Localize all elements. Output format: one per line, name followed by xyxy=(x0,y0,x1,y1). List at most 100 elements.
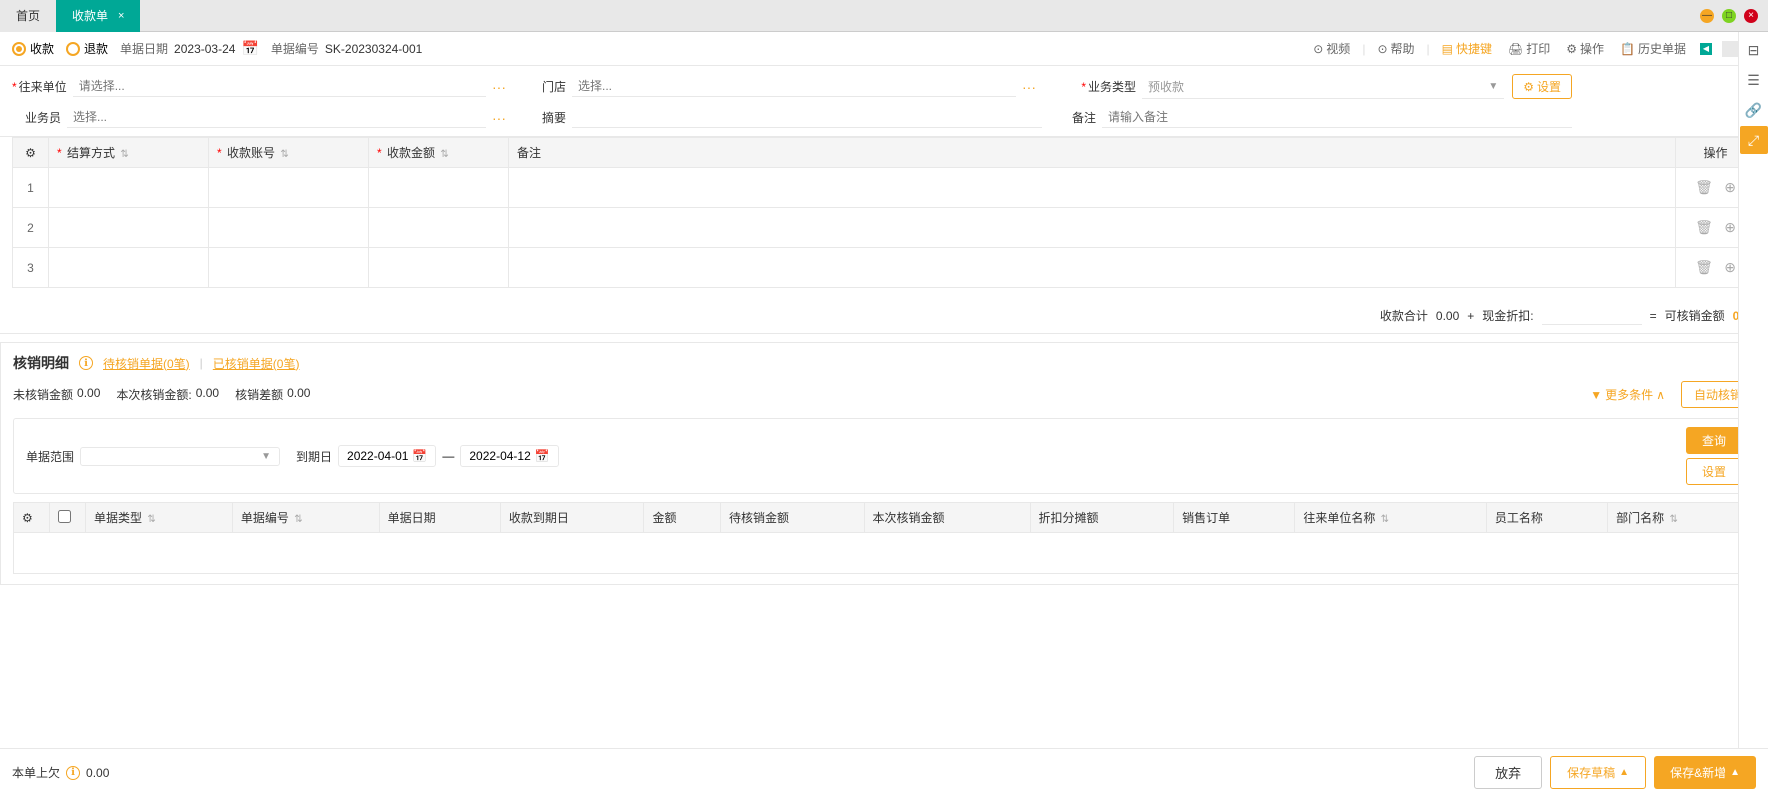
ops-btn[interactable]: ⚙ 操作 xyxy=(1562,38,1608,59)
shop-more-icon[interactable]: ··· xyxy=(1016,79,1042,95)
done-verify-tab[interactable]: 已核销单据(0笔) xyxy=(213,355,300,372)
plus-sign: + xyxy=(1467,309,1474,323)
salesperson-more-icon[interactable]: ··· xyxy=(486,110,512,126)
th-amount: * 收款金额 ⇅ xyxy=(369,138,509,168)
form-section: *往来单位 ··· 门店 ··· *业务类型 xyxy=(0,66,1768,137)
th-account: * 收款账号 ⇅ xyxy=(209,138,369,168)
sort-counterpart-icon[interactable]: ⇅ xyxy=(1381,514,1389,525)
history-btn[interactable]: 📋 历史单据 xyxy=(1616,38,1690,59)
row-2-remark[interactable] xyxy=(509,208,1676,248)
row-1-method[interactable] xyxy=(49,168,209,208)
sort-type-icon[interactable]: ⇅ xyxy=(147,514,155,525)
save-new-button[interactable]: 保存&新增 ▲ xyxy=(1654,756,1756,789)
sidebar-list-icon[interactable]: ☰ xyxy=(1740,66,1768,94)
row-2-account[interactable] xyxy=(209,208,369,248)
select-all-checkbox[interactable] xyxy=(58,510,71,523)
sidebar-link-icon[interactable]: 🔗 xyxy=(1740,96,1768,124)
row-3-account[interactable] xyxy=(209,248,369,288)
salesperson-input[interactable] xyxy=(67,107,486,128)
shortcut-btn[interactable]: ▤ 快捷键 xyxy=(1438,38,1496,59)
row-1-delete-btn[interactable]: 🗑 xyxy=(1691,177,1717,198)
calendar-icon[interactable]: 📅 xyxy=(241,40,258,57)
more-conditions-btn[interactable]: ▼ 更多条件 ∧ xyxy=(1590,386,1665,403)
verify-info-icon[interactable]: ℹ xyxy=(79,356,93,370)
sort-account-icon[interactable]: ⇅ xyxy=(280,149,288,160)
row-1-account[interactable] xyxy=(209,168,369,208)
window-maximize-button[interactable]: □ xyxy=(1722,9,1736,23)
bth-dept: 部门名称 ⇅ xyxy=(1608,503,1755,533)
save-draft-arrow-icon: ▲ xyxy=(1619,767,1629,778)
tab-home[interactable]: 首页 xyxy=(0,0,56,32)
footer-spacer xyxy=(0,585,1768,641)
row-2-delete-btn[interactable]: 🗑 xyxy=(1691,217,1717,238)
row-3-amount[interactable] xyxy=(369,248,509,288)
business-type-select[interactable]: 预收款 ▼ xyxy=(1142,75,1504,99)
save-new-label: 保存&新增 xyxy=(1670,764,1726,781)
sidebar-expand-icon[interactable]: ⤢ xyxy=(1740,126,1768,154)
save-draft-label: 保存草稿 xyxy=(1567,764,1615,781)
footer-info-icon[interactable]: ℹ xyxy=(66,766,80,780)
bth-checkbox[interactable] xyxy=(50,503,86,533)
row-1-amount[interactable] xyxy=(369,168,509,208)
print-label: 打印 xyxy=(1526,40,1550,57)
shop-input[interactable] xyxy=(572,76,1016,97)
business-type-label: *业务类型 xyxy=(1072,78,1142,95)
th-method: * 结算方式 ⇅ xyxy=(49,138,209,168)
business-type-field-group: *业务类型 预收款 ▼ ⚙ 设置 xyxy=(1072,74,1572,99)
row-2-method[interactable] xyxy=(49,208,209,248)
discount-input[interactable] xyxy=(1542,306,1642,325)
sort-method-icon[interactable]: ⇅ xyxy=(120,149,128,160)
tab-receipt[interactable]: 收款单 × xyxy=(56,0,140,32)
row-1-remark[interactable] xyxy=(509,168,1676,208)
row-2-copy-btn[interactable]: ⊕ xyxy=(1720,217,1740,238)
row-3-idx: 3 xyxy=(13,248,49,288)
counterpart-input[interactable] xyxy=(73,76,486,97)
counterpart-more-icon[interactable]: ··· xyxy=(486,79,512,95)
date-value: 2023-03-24 xyxy=(174,42,235,56)
query-button[interactable]: 查询 xyxy=(1686,427,1742,454)
verify-stats-row: 未核销金额 0.00 本次核销金额: 0.00 核销差额 0.00 ▼ 更多条件… xyxy=(13,381,1755,408)
history-icon: 📋 xyxy=(1620,42,1635,56)
sidebar-table-icon[interactable]: ⊟ xyxy=(1740,36,1768,64)
th-gear[interactable]: ⚙ xyxy=(13,138,49,168)
date-to-input[interactable]: 2022-04-12 📅 xyxy=(460,445,558,467)
scope-select[interactable]: ▼ xyxy=(80,447,280,466)
sep1: | xyxy=(1362,42,1365,56)
save-draft-button[interactable]: 保存草稿 ▲ xyxy=(1550,756,1646,789)
tab-close-icon[interactable]: × xyxy=(118,10,124,22)
video-btn[interactable]: ⊙ 视频 xyxy=(1309,38,1354,59)
row-1-copy-btn[interactable]: ⊕ xyxy=(1720,177,1740,198)
prev-page-btn[interactable]: ◀ xyxy=(1700,43,1712,55)
summary-input[interactable] xyxy=(572,107,1042,128)
bth-counterpart: 往来单位名称 ⇅ xyxy=(1295,503,1487,533)
print-btn[interactable]: 🖨 打印 xyxy=(1504,38,1554,59)
this-verify-value: 0.00 xyxy=(196,386,219,403)
row-3-delete-btn[interactable]: 🗑 xyxy=(1691,257,1717,278)
sort-dept-icon[interactable]: ⇅ xyxy=(1669,514,1677,525)
form-settings-button[interactable]: ⚙ 设置 xyxy=(1512,74,1572,99)
counterpart-field-group: *往来单位 ··· xyxy=(12,76,512,97)
row-2-amount[interactable] xyxy=(369,208,509,248)
row-3-copy-btn[interactable]: ⊕ xyxy=(1720,257,1740,278)
sort-amount-icon[interactable]: ⇅ xyxy=(440,149,448,160)
date-from-input[interactable]: 2022-04-01 📅 xyxy=(338,445,436,467)
empty-row-cell xyxy=(14,533,1755,574)
row-3-remark[interactable] xyxy=(509,248,1676,288)
pending-verify-tab[interactable]: 待核销单据(0笔) xyxy=(103,355,190,372)
scope-label: 单据范围 xyxy=(26,448,74,465)
verify-settings-button[interactable]: 设置 xyxy=(1686,458,1742,485)
date-to-value: 2022-04-12 xyxy=(469,449,530,463)
row-3-method[interactable] xyxy=(49,248,209,288)
list-view-btn[interactable] xyxy=(1722,41,1738,57)
shortcut-label: 快捷键 xyxy=(1456,40,1492,57)
radio-receive[interactable]: 收款 xyxy=(12,40,54,57)
help-btn[interactable]: ⊙ 帮助 xyxy=(1373,38,1418,59)
sort-number-icon[interactable]: ⇅ xyxy=(294,514,302,525)
window-close-button[interactable]: × xyxy=(1744,9,1758,23)
window-minimize-button[interactable]: — xyxy=(1700,9,1714,23)
remark-input[interactable] xyxy=(1102,107,1572,128)
radio-refund[interactable]: 退款 xyxy=(66,40,108,57)
table-row: 1 🗑 ⊕ xyxy=(13,168,1756,208)
bth-gear[interactable]: ⚙ xyxy=(14,503,50,533)
abandon-button[interactable]: 放弃 xyxy=(1474,756,1542,789)
